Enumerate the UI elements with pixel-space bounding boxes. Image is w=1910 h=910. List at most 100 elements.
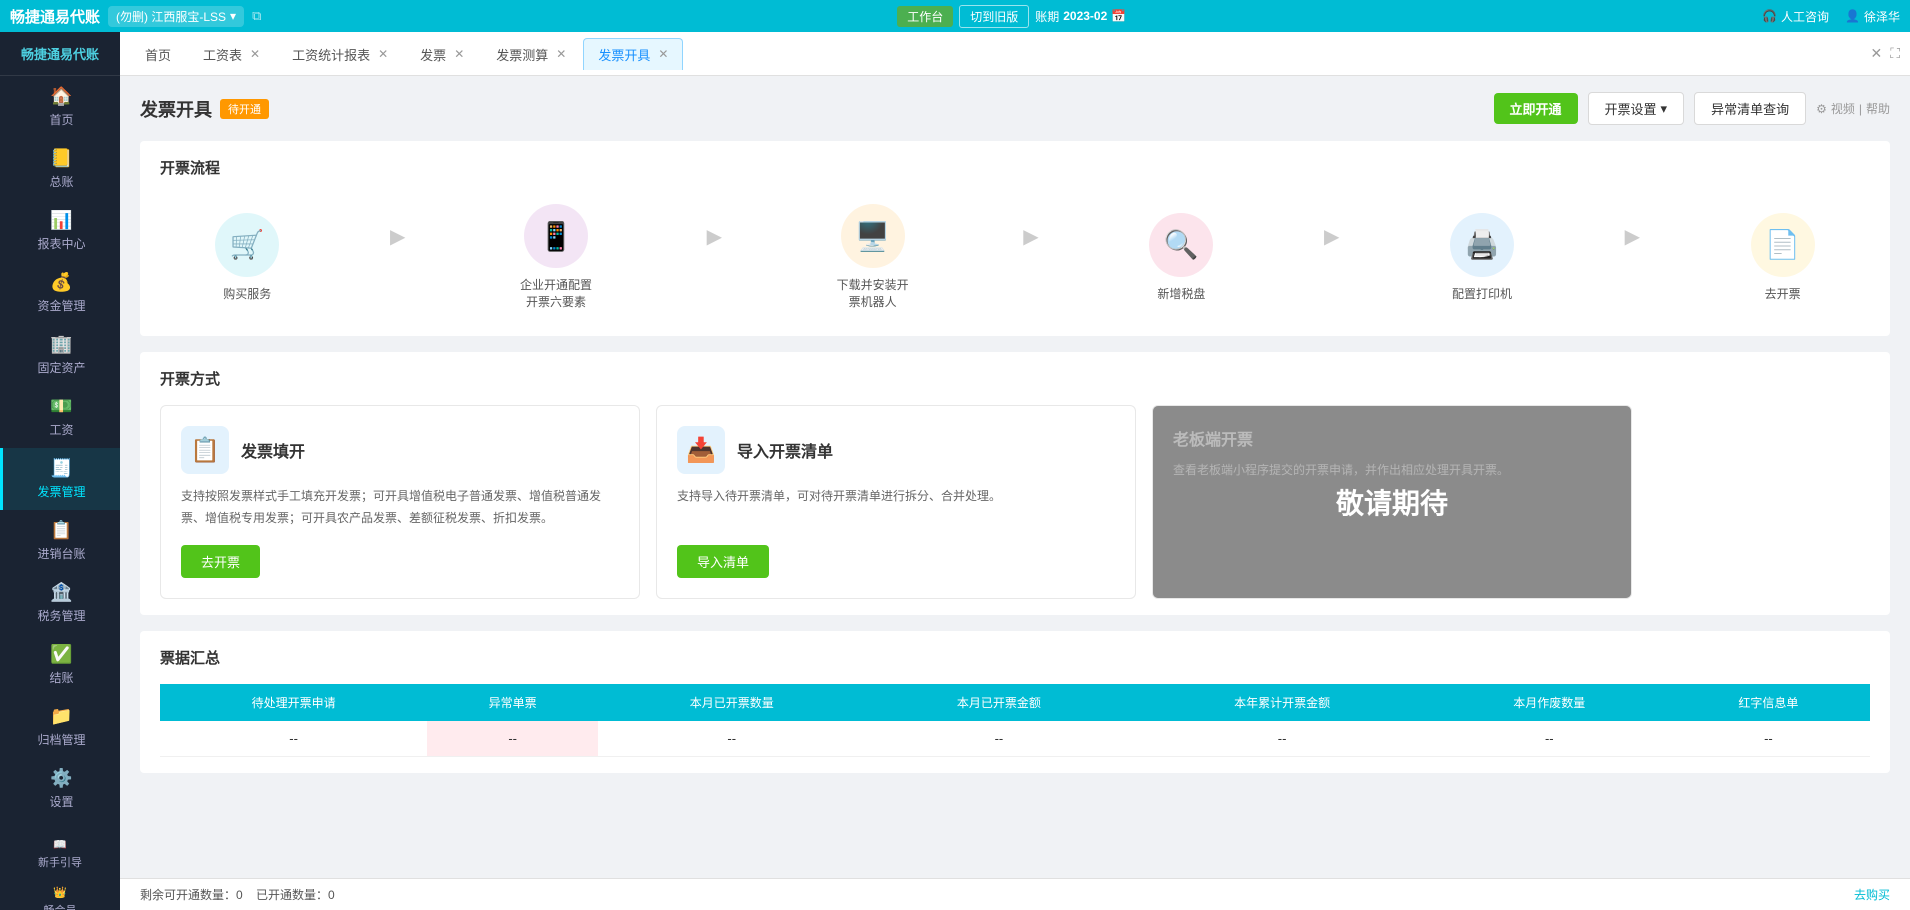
top-bar-buttons: 工作台 切到旧版 账期 2023-02 📅	[897, 5, 1126, 28]
download-robot-icon: 🖥️	[841, 204, 905, 268]
process-flow-title: 开票流程	[160, 157, 1870, 178]
tab-label-home: 首页	[145, 45, 171, 64]
download-robot-label: 下载并安装开票机器人	[833, 276, 913, 310]
buy-service-icon: 🛒	[215, 213, 279, 277]
sidebar-item-assets[interactable]: 🏢固定资产	[0, 324, 120, 386]
sidebar-item-archive[interactable]: 📁归档管理	[0, 696, 120, 758]
sidebar-item-vip[interactable]: 👑 畅会员	[4, 878, 116, 910]
summary-cell-4: --	[1133, 721, 1432, 757]
sidebar-label-settlement: 结账	[49, 669, 73, 686]
switch-old-version-button[interactable]: 切到旧版	[959, 5, 1029, 28]
chevron-down-icon: ▾	[1661, 101, 1668, 117]
sidebar-label-purchase: 进销台账	[37, 545, 85, 562]
sidebar-label-invoice: 发票管理	[37, 483, 85, 500]
divider: |	[1859, 102, 1862, 116]
tab-payroll-table[interactable]: 工资表✕	[188, 38, 275, 70]
archive-icon: 📁	[50, 706, 72, 727]
tab-close-payroll-report[interactable]: ✕	[378, 47, 388, 61]
import-card-desc: 支持导入待开票清单，可对待开票清单进行拆分、合并处理。	[677, 486, 1115, 529]
manual-invoice-card: 📋 发票填开 支持按照发票样式手工填充开发票；可开具增值税电子普通发票、增值税普…	[160, 405, 640, 599]
tab-close-payroll-table[interactable]: ✕	[250, 47, 260, 61]
summary-table: 待处理开票申请异常单票本月已开票数量本月已开票金额本年累计开票金额本月作废数量红…	[160, 684, 1870, 757]
process-step-config-printer[interactable]: 🖨️配置打印机	[1450, 213, 1514, 302]
sidebar-label-funds: 资金管理	[37, 297, 85, 314]
company-name: (勿删) 江西服宝-LSS	[116, 8, 226, 25]
process-arrow-3: ▶	[1324, 224, 1339, 249]
sidebar-item-guide[interactable]: 📖 新手引导	[4, 830, 116, 878]
settings-label: 开票设置	[1605, 99, 1657, 118]
top-bar-left: 畅捷通易代账 (勿删) 江西服宝-LSS ▾ ⧉	[10, 6, 261, 27]
page-header-right: 立即开通 开票设置 ▾ 异常清单查询 ⚙ 视频 | 帮助	[1494, 92, 1891, 125]
process-step-config-open[interactable]: 📱企业开通配置开票六要素	[516, 204, 596, 310]
summary-header: 本月已开票金额	[865, 684, 1132, 721]
sidebar-items: 🏠首页📒总账📊报表中心💰资金管理🏢固定资产💵工资🧾发票管理📋进销台账🏦税务管理✅…	[0, 76, 120, 820]
user-info[interactable]: 👤 徐泽华	[1845, 8, 1900, 25]
process-arrow-4: ▶	[1625, 224, 1640, 249]
settlement-icon: ✅	[50, 644, 72, 665]
process-step-start-invoice[interactable]: 📄去开票	[1751, 213, 1815, 302]
sidebar-item-ledger[interactable]: 📒 总账	[0, 138, 120, 200]
buy-link[interactable]: 去购买	[1854, 886, 1890, 903]
sidebar-item-funds[interactable]: 💰资金管理	[0, 262, 120, 324]
expand-icon[interactable]: ⛶	[1890, 45, 1900, 62]
config-open-label: 企业开通配置开票六要素	[516, 276, 596, 310]
tax-icon: 🏦	[50, 582, 72, 603]
sidebar-item-invoice[interactable]: 🧾 发票管理	[0, 448, 120, 510]
guide-label: 新手引导	[38, 854, 82, 870]
import-btn-area: 导入清单	[677, 545, 769, 578]
go-invoice-button[interactable]: 去开票	[181, 545, 260, 578]
sidebar-item-payroll[interactable]: 💵工资	[0, 386, 120, 448]
status-badge: 待开通	[220, 99, 269, 119]
sidebar-bottom: 📖 新手引导 👑 畅会员 📌 取消固定	[0, 820, 120, 910]
bottom-bar-left: 剩余可开通数量：0 已开通数量：0	[140, 886, 335, 903]
process-flow: 🛒购买服务▶📱企业开通配置开票六要素▶🖥️下载并安装开票机器人▶🔍新增税盘▶🖨️…	[160, 194, 1870, 320]
tab-invoice[interactable]: 发票✕	[405, 38, 479, 70]
sidebar-label-reports: 报表中心	[37, 235, 85, 252]
sidebar-label-home: 首页	[49, 111, 73, 128]
process-step-download-robot[interactable]: 🖥️ 下载并安装开票机器人	[833, 204, 913, 310]
summary-cell-1[interactable]: --	[427, 721, 598, 757]
settings-icon: ⚙️	[50, 768, 72, 789]
tab-close-invoice-tool[interactable]: ✕	[658, 47, 668, 61]
sidebar-item-tax[interactable]: 🏦税务管理	[0, 572, 120, 634]
process-step-add-taxbox[interactable]: 🔍新增税盘	[1149, 213, 1213, 302]
content-area: 首页工资表✕工资统计报表✕发票✕发票测算✕发票开具✕ ✕ ⛶ 发票开具 待开通 …	[120, 32, 1910, 910]
sidebar-item-settings[interactable]: ⚙️设置	[0, 758, 120, 820]
import-list-button[interactable]: 导入清单	[677, 545, 769, 578]
sidebar-item-reports[interactable]: 📊报表中心	[0, 200, 120, 262]
summary-cell-3: --	[865, 721, 1132, 757]
support-button[interactable]: 🎧 人工咨询	[1762, 8, 1829, 25]
sidebar: 畅捷通易代账 🏠首页📒总账📊报表中心💰资金管理🏢固定资产💵工资🧾发票管理📋进销台…	[0, 32, 120, 910]
sidebar-item-purchase[interactable]: 📋 进销台账	[0, 510, 120, 572]
ledger-icon: 📒	[50, 148, 72, 169]
tab-invoice-calc[interactable]: 发票测算 ✕	[481, 38, 581, 70]
sidebar-label-ledger: 总账	[49, 173, 73, 190]
tab-invoice-tool[interactable]: 发票开具✕	[583, 38, 683, 70]
invoice-method-title: 开票方式	[160, 368, 1870, 389]
sidebar-item-settlement[interactable]: ✅ 结账	[0, 634, 120, 696]
copy-icon[interactable]: ⧉	[252, 8, 261, 24]
import-card-header: 📥 导入开票清单	[677, 426, 1115, 474]
open-now-button[interactable]: 立即开通	[1494, 93, 1578, 124]
invoice-method-section: 开票方式 📋 发票填开 支持按照发票样式手工填充开发票；可开具增值税电子普通发票…	[140, 352, 1890, 615]
tab-label-invoice-calc: 发票测算	[496, 45, 548, 64]
invoice-icon: 🧾	[50, 458, 72, 479]
settings-button[interactable]: 开票设置 ▾	[1588, 92, 1685, 125]
tab-payroll-report[interactable]: 工资统计报表✕	[277, 38, 403, 70]
purchase-icon: 📋	[50, 520, 72, 541]
tab-home[interactable]: 首页	[130, 38, 186, 70]
summary-header: 本年累计开票金额	[1133, 684, 1432, 721]
close-all-icon[interactable]: ✕	[1870, 45, 1882, 62]
workstation-button[interactable]: 工作台	[897, 6, 953, 27]
tab-close-invoice-calc[interactable]: ✕	[556, 47, 566, 61]
process-step-buy-service[interactable]: 🛒购买服务	[215, 213, 279, 302]
go-invoice-btn-area: 去开票	[181, 545, 260, 578]
top-bar: 畅捷通易代账 (勿删) 江西服宝-LSS ▾ ⧉ 工作台 切到旧版 账期 202…	[0, 0, 1910, 32]
company-selector[interactable]: (勿删) 江西服宝-LSS ▾	[108, 6, 244, 27]
tab-close-invoice[interactable]: ✕	[454, 47, 464, 61]
sidebar-item-home[interactable]: 🏠首页	[0, 76, 120, 138]
abnormal-button[interactable]: 异常清单查询	[1694, 92, 1806, 125]
calendar-icon[interactable]: 📅	[1111, 9, 1126, 23]
process-arrow-0: ▶	[390, 224, 405, 249]
summary-title: 票据汇总	[160, 647, 1870, 668]
